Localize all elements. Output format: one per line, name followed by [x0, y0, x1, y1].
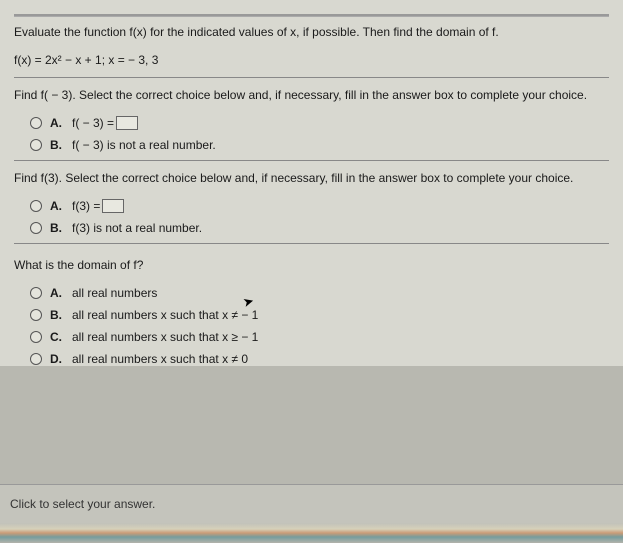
divider-3 — [14, 243, 609, 244]
part2-prompt: Find f(3). Select the correct choice bel… — [14, 171, 609, 185]
worksheet-panel: Evaluate the function f(x) for the indic… — [0, 0, 623, 366]
option-label: A. — [50, 116, 66, 130]
part3-option-b[interactable]: B. all real numbers x such that x ≠ − 1 — [30, 308, 609, 322]
function-definition: f(x) = 2x² − x + 1; x = − 3, 3 — [14, 53, 609, 67]
option-label: A. — [50, 199, 66, 213]
divider-1 — [14, 77, 609, 78]
footer-text: Click to select your answer. — [10, 497, 155, 511]
radio-icon[interactable] — [30, 331, 42, 343]
option-text: f( − 3) is not a real number. — [72, 138, 216, 152]
part2-option-a[interactable]: A. f(3) = — [30, 199, 609, 213]
part2-option-b[interactable]: B. f(3) is not a real number. — [30, 221, 609, 235]
option-label: B. — [50, 221, 66, 235]
part3-option-c[interactable]: C. all real numbers x such that x ≥ − 1 — [30, 330, 609, 344]
answer-input-box[interactable] — [102, 199, 124, 213]
footer-bar: Click to select your answer. — [0, 484, 623, 523]
radio-icon[interactable] — [30, 200, 42, 212]
divider-2 — [14, 160, 609, 161]
top-divider — [14, 14, 609, 17]
instruction-text: Evaluate the function f(x) for the indic… — [14, 25, 609, 39]
part3-prompt: What is the domain of f? — [14, 258, 609, 272]
bottom-gradient-decoration — [0, 523, 623, 543]
option-text: all real numbers x such that x ≥ − 1 — [72, 330, 258, 344]
option-label: D. — [50, 352, 66, 366]
option-label: C. — [50, 330, 66, 344]
radio-icon[interactable] — [30, 353, 42, 365]
option-text: all real numbers x such that x ≠ 0 — [72, 352, 248, 366]
part1-prompt: Find f( − 3). Select the correct choice … — [14, 88, 609, 102]
option-text: f(3) = — [72, 199, 100, 213]
radio-icon[interactable] — [30, 222, 42, 234]
option-text: all real numbers — [72, 286, 157, 300]
option-text: f( − 3) = — [72, 116, 114, 130]
answer-input-box[interactable] — [116, 116, 138, 130]
radio-icon[interactable] — [30, 117, 42, 129]
radio-icon[interactable] — [30, 309, 42, 321]
part3-option-d[interactable]: D. all real numbers x such that x ≠ 0 — [30, 352, 609, 366]
radio-icon[interactable] — [30, 139, 42, 151]
part1-option-a[interactable]: A. f( − 3) = — [30, 116, 609, 130]
radio-icon[interactable] — [30, 287, 42, 299]
part1-option-b[interactable]: B. f( − 3) is not a real number. — [30, 138, 609, 152]
option-label: B. — [50, 138, 66, 152]
option-text: f(3) is not a real number. — [72, 221, 202, 235]
part3-option-a[interactable]: A. all real numbers — [30, 286, 609, 300]
option-label: B. — [50, 308, 66, 322]
option-text: all real numbers x such that x ≠ − 1 — [72, 308, 258, 322]
option-label: A. — [50, 286, 66, 300]
